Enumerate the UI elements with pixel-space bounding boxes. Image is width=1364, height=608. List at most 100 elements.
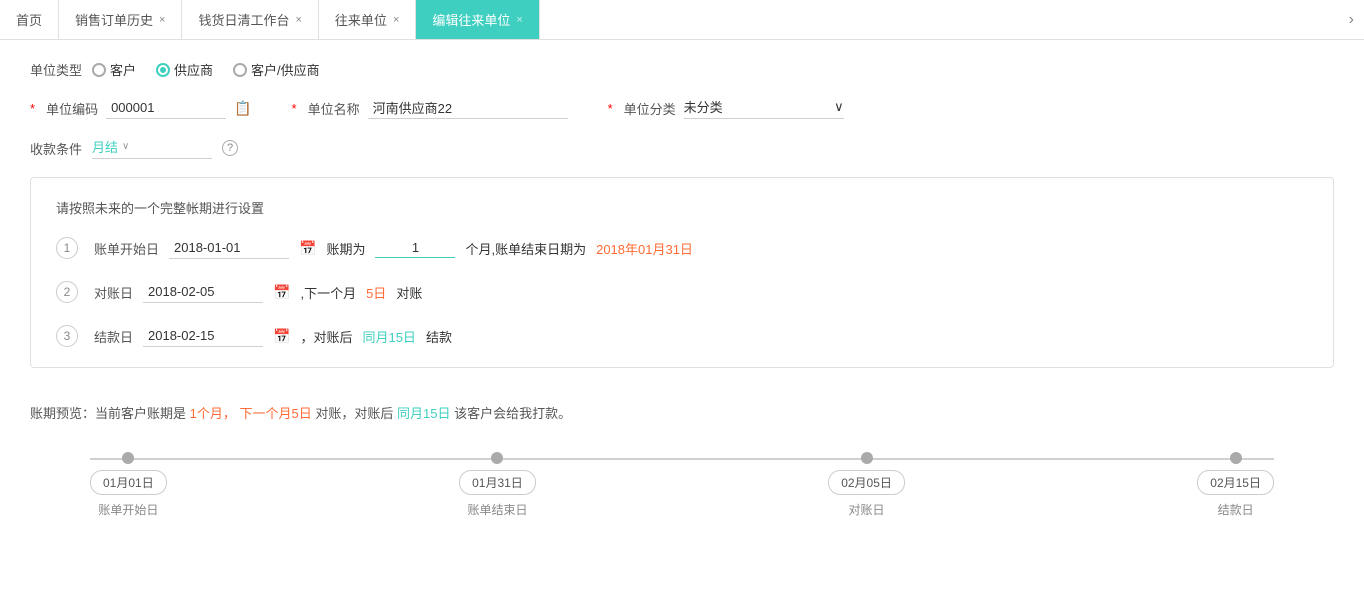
step-2-date-input[interactable] (143, 281, 263, 303)
timeline-dot-3 (861, 452, 873, 464)
tab-sales-history-close[interactable]: × (159, 14, 165, 26)
unit-name-input[interactable] (368, 97, 568, 119)
unit-code-label: 单位编码 (46, 99, 98, 118)
payment-terms-value: 月结 (92, 137, 118, 156)
tab-edit-partner[interactable]: 编辑往来单位 × (416, 0, 539, 39)
tab-sales-history-label: 销售订单历史 (75, 10, 153, 29)
tab-more-button[interactable]: › (1339, 0, 1364, 39)
unit-name-star: * (292, 101, 297, 116)
timeline-dot-2 (491, 452, 503, 464)
step-3-row: 3 结款日 📅 ，对账后 同月15日 结款 (56, 325, 1308, 347)
timeline-badge-2: 01月31日 (459, 470, 536, 495)
tab-partner-unit-label: 往来单位 (335, 10, 387, 29)
tab-sales-history[interactable]: 销售订单历史 × (59, 0, 182, 39)
step-1-date-input[interactable] (169, 237, 289, 259)
tab-partner-unit[interactable]: 往来单位 × (319, 0, 416, 39)
timeline-badge-4: 02月15日 (1197, 470, 1274, 495)
step-1-period-input[interactable] (375, 238, 455, 258)
tab-home-label: 首页 (16, 10, 42, 29)
timeline-point-4: 02月15日 结款日 (1197, 447, 1274, 518)
radio-supplier-circle (156, 63, 170, 77)
unit-info-row: * 单位编码 📋 * 单位名称 * 单位分类 未分类 ∨ (30, 97, 1334, 119)
timeline-label-1: 账单开始日 (98, 501, 158, 518)
payment-terms-row: 收款条件 月结 ∨ ? (30, 137, 1334, 159)
step-3-suffix-highlight: 同月15日 (362, 327, 415, 346)
tab-cash-work-label: 钱货日清工作台 (198, 10, 289, 29)
step-3-label: 结款日 (94, 327, 133, 346)
step-1-end-date: 2018年01月31日 (596, 239, 693, 258)
timeline-label-2: 账单结束日 (467, 501, 527, 518)
payment-terms-label: 收款条件 (30, 139, 82, 158)
unit-type-radio-group: 客户 供应商 客户/供应商 (92, 60, 320, 79)
step-2-calendar-icon[interactable]: 📅 (273, 284, 290, 301)
tab-home[interactable]: 首页 (0, 0, 59, 39)
timeline-point-3: 02月05日 对账日 (828, 447, 905, 518)
step-2-suffix-highlight: 5日 (366, 283, 386, 302)
radio-supplier-label: 供应商 (174, 60, 213, 79)
step-1-period-label: 账期为 (326, 239, 365, 258)
timeline-dot-4 (1230, 452, 1242, 464)
radio-both-circle (233, 63, 247, 77)
step-1-calendar-icon[interactable]: 📅 (299, 240, 316, 257)
preview-part3: 同月15日 (397, 406, 450, 421)
step-3-num: 3 (56, 325, 78, 347)
step-1-num: 1 (56, 237, 78, 259)
step-2-label: 对账日 (94, 283, 133, 302)
timeline-point-2: 01月31日 账单结束日 (459, 447, 536, 518)
step-1-label: 账单开始日 (94, 239, 159, 258)
tab-edit-partner-label: 编辑往来单位 (432, 10, 510, 29)
step-3-suffix-prefix: ，对账后 (300, 327, 352, 346)
unit-category-label: 单位分类 (624, 99, 676, 118)
preview-section: 账期预览：当前客户账期是 1个月， 下一个月5日 对账，对账后 同月15日 该客… (30, 388, 1334, 528)
unit-category-dropdown[interactable]: 未分类 ∨ (684, 97, 844, 119)
unit-code-icon[interactable]: 📋 (234, 100, 251, 117)
preview-part2: 下一个月5日 (240, 406, 312, 421)
step-3-suffix-end: 结款 (426, 327, 452, 346)
timeline-container: 01月01日 账单开始日 01月31日 账单结束日 02月05日 对账日 02月… (30, 447, 1334, 518)
tab-cash-work-close[interactable]: × (295, 14, 301, 26)
tab-partner-unit-close[interactable]: × (393, 14, 399, 26)
timeline-points: 01月01日 账单开始日 01月31日 账单结束日 02月05日 对账日 02月… (90, 447, 1274, 518)
step-1-row: 1 账单开始日 📅 账期为 个月,账单结束日期为 2018年01月31日 (56, 237, 1308, 259)
step-3-content: 结款日 📅 ，对账后 同月15日 结款 (94, 325, 452, 347)
timeline-badge-1: 01月01日 (90, 470, 167, 495)
radio-both[interactable]: 客户/供应商 (233, 60, 320, 79)
payment-terms-dropdown[interactable]: 月结 ∨ (92, 137, 212, 159)
preview-prefix: 账期预览：当前客户账期是 (30, 406, 186, 421)
step-3-calendar-icon[interactable]: 📅 (273, 328, 290, 345)
step-1-content: 账单开始日 📅 账期为 个月,账单结束日期为 2018年01月31日 (94, 237, 693, 259)
radio-customer-label: 客户 (110, 60, 136, 79)
unit-type-row: 单位类型 客户 供应商 客户/供应商 (30, 60, 1334, 79)
unit-category-group: * 单位分类 未分类 ∨ (608, 97, 844, 119)
unit-name-group: * 单位名称 (292, 97, 568, 119)
tab-cash-work[interactable]: 钱货日清工作台 × (182, 0, 318, 39)
section-title: 请按照未来的一个完整帐期进行设置 (56, 198, 1308, 217)
timeline-label-3: 对账日 (849, 501, 885, 518)
preview-text: 账期预览：当前客户账期是 1个月， 下一个月5日 对账，对账后 同月15日 该客… (30, 403, 1334, 422)
unit-category-star: * (608, 101, 613, 116)
step-2-row: 2 对账日 📅 ,下一个月5日 对账 (56, 281, 1308, 303)
settings-section: 请按照未来的一个完整帐期进行设置 1 账单开始日 📅 账期为 个月,账单结束日期… (30, 177, 1334, 368)
radio-supplier[interactable]: 供应商 (156, 60, 213, 79)
timeline-dot-1 (122, 452, 134, 464)
step-1-period-unit: 个月,账单结束日期为 (465, 239, 586, 258)
step-2-suffix-end: 对账 (396, 283, 422, 302)
radio-customer[interactable]: 客户 (92, 60, 136, 79)
unit-category-arrow: ∨ (834, 99, 844, 115)
tab-edit-partner-close[interactable]: × (516, 14, 522, 26)
unit-name-label: 单位名称 (308, 99, 360, 118)
step-2-suffix-prefix: ,下一个月 (300, 283, 356, 302)
step-3-date-input[interactable] (143, 325, 263, 347)
radio-customer-circle (92, 63, 106, 77)
unit-code-star: * (30, 101, 35, 116)
step-2-content: 对账日 📅 ,下一个月 5日 对账 (94, 281, 422, 303)
unit-code-group: * 单位编码 📋 (30, 97, 252, 119)
help-icon[interactable]: ? (222, 140, 238, 156)
main-content: 单位类型 客户 供应商 客户/供应商 * 单位编码 📋 * 单位名称 (0, 40, 1364, 608)
unit-category-value: 未分类 (684, 97, 723, 116)
unit-type-label: 单位类型 (30, 60, 82, 79)
timeline-point-1: 01月01日 账单开始日 (90, 447, 167, 518)
timeline-label-4: 结款日 (1218, 501, 1254, 518)
unit-code-input[interactable] (106, 97, 226, 119)
payment-terms-arrow: ∨ (122, 141, 129, 152)
